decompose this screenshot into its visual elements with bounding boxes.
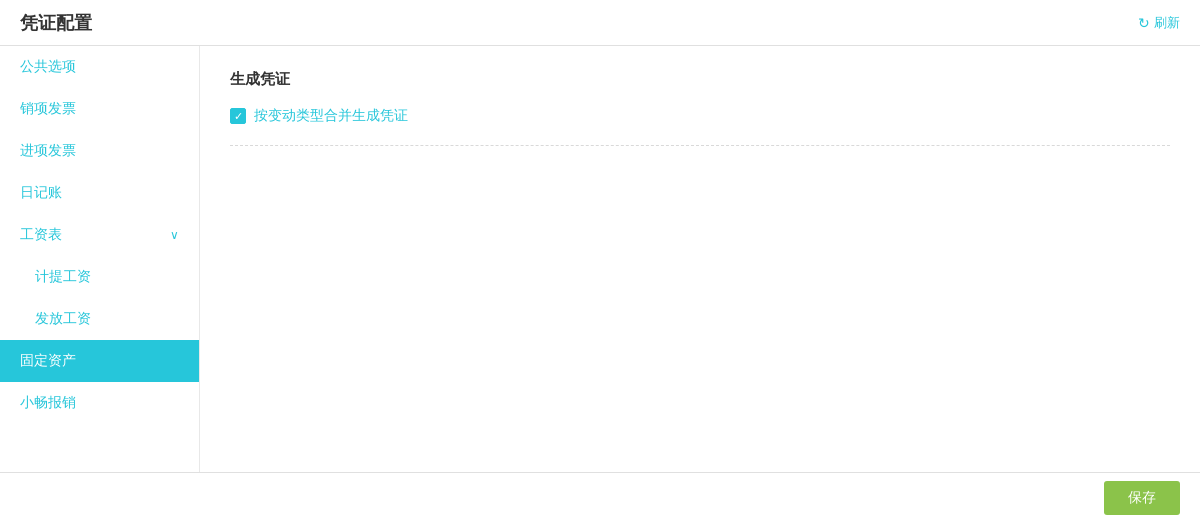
sidebar: 公共选项销项发票进项发票日记账工资表 ∨ 计提工资发放工资固定资产小畅报销 — [0, 46, 200, 472]
sidebar-item-sales-invoice[interactable]: 销项发票 — [0, 88, 199, 130]
sidebar-item-label: 固定资产 — [20, 352, 76, 370]
sidebar-item-label: 进项发票 — [20, 142, 76, 160]
sidebar-item-public[interactable]: 公共选项 — [0, 46, 199, 88]
save-button[interactable]: 保存 — [1104, 481, 1180, 515]
merge-by-type-label: 按变动类型合并生成凭证 — [254, 107, 408, 125]
page-title: 凭证配置 — [20, 11, 92, 35]
refresh-button[interactable]: ↻ 刷新 — [1138, 14, 1180, 32]
main-layout: 公共选项销项发票进项发票日记账工资表 ∨ 计提工资发放工资固定资产小畅报销 生成凭证… — [0, 46, 1200, 472]
sidebar-item-purchase-invoice[interactable]: 进项发票 — [0, 130, 199, 172]
section-title: 生成凭证 — [230, 70, 1170, 89]
checkbox-row: 按变动类型合并生成凭证 — [230, 107, 1170, 125]
sidebar-item-journal[interactable]: 日记账 — [0, 172, 199, 214]
sidebar-item-fixed-assets[interactable]: 固定资产 — [0, 340, 199, 382]
chevron-down-icon: ∨ — [170, 228, 179, 242]
sidebar-item-label: 日记账 — [20, 184, 62, 202]
sidebar-item-label: 小畅报销 — [20, 394, 76, 412]
footer: 保存 — [0, 472, 1200, 522]
header: 凭证配置 ↻ 刷新 — [0, 0, 1200, 46]
sidebar-item-payroll[interactable]: 工资表 ∨ — [0, 214, 199, 256]
content-area: 生成凭证 按变动类型合并生成凭证 — [200, 46, 1200, 472]
sidebar-item-label: 工资表 — [20, 226, 62, 244]
merge-by-type-checkbox[interactable] — [230, 108, 246, 124]
sidebar-item-label: 发放工资 — [35, 310, 91, 328]
sidebar-item-expense-report[interactable]: 小畅报销 — [0, 382, 199, 424]
sidebar-item-label: 销项发票 — [20, 100, 76, 118]
sidebar-item-label: 公共选项 — [20, 58, 76, 76]
content-divider — [230, 145, 1170, 146]
refresh-label: 刷新 — [1154, 14, 1180, 32]
sidebar-item-accrual-salary[interactable]: 计提工资 — [0, 256, 199, 298]
sidebar-item-label: 计提工资 — [35, 268, 91, 286]
sidebar-item-pay-salary[interactable]: 发放工资 — [0, 298, 199, 340]
refresh-icon: ↻ — [1138, 15, 1150, 31]
